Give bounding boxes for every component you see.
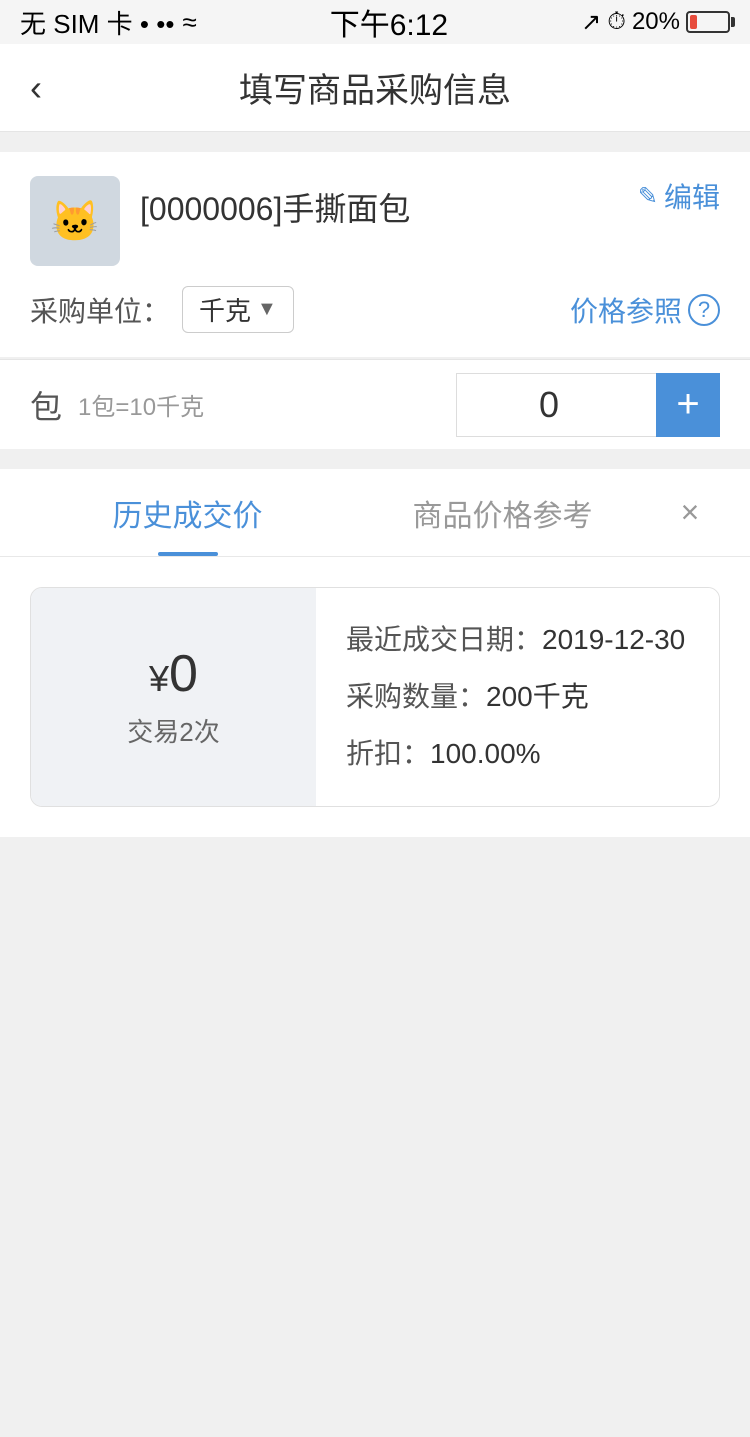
trade-count: 交易2次 (127, 712, 219, 749)
product-thumbnail: 🐱 (30, 176, 120, 266)
recent-date-label: 最近成交日期： (346, 624, 542, 655)
tabs-header: 历史成交价 商品价格参考 × (0, 469, 750, 557)
product-header: 🐱 [0000006]手撕面包 ✎ 编辑 (30, 176, 720, 266)
wifi-icon: ≈ (182, 7, 196, 38)
history-card: ¥0 交易2次 最近成交日期：2019-12-30 采购数量：200千克 折扣：… (30, 587, 720, 807)
tab-product-label: 商品价格参考 (413, 491, 593, 535)
unit-conversion: 1包=10千克 (78, 387, 204, 422)
history-content: ¥0 交易2次 最近成交日期：2019-12-30 采购数量：200千克 折扣：… (0, 557, 750, 837)
bottom-area (0, 837, 750, 1437)
unit-char: 包 (30, 382, 62, 428)
purchase-qty-label: 采购数量： (346, 681, 486, 712)
price-value: 0 (169, 645, 198, 703)
unit-select[interactable]: 千克 ▼ (182, 286, 294, 333)
product-section: 🐱 [0000006]手撕面包 ✎ 编辑 采购单位： 千克 ▼ 价格参照 ? (0, 152, 750, 357)
quantity-label: 包 1包=10千克 (30, 382, 204, 428)
tab-close-button[interactable]: × (660, 483, 720, 543)
yen-symbol: ¥ (149, 658, 169, 699)
product-left: 🐱 [0000006]手撕面包 (30, 176, 410, 266)
tab-history-price[interactable]: 历史成交价 (30, 469, 345, 556)
price-ref-label: 价格参照 (570, 290, 682, 330)
status-bar: 无 SIM 卡 • •• ≈ 下午6:12 ↗ ⏱ 20% (0, 0, 750, 44)
tab-product-price-ref[interactable]: 商品价格参考 (345, 469, 660, 556)
purchase-unit-label: 采购单位： (30, 290, 170, 330)
tabs-section: 历史成交价 商品价格参考 × ¥0 交易2次 最近成交日期：2019-12-30… (0, 469, 750, 837)
purchase-unit: 采购单位： 千克 ▼ (30, 286, 294, 333)
product-meta: 采购单位： 千克 ▼ 价格参照 ? (30, 286, 720, 333)
recent-date-row: 最近成交日期：2019-12-30 (346, 620, 689, 659)
battery-icon (686, 11, 730, 33)
quantity-section: 包 1包=10千克 + (0, 359, 750, 449)
discount-value: 100.00% (430, 738, 541, 769)
status-right: ↗ ⏱ 20% (581, 8, 730, 37)
unit-arrow-icon: ▼ (257, 298, 277, 321)
alarm-icon: ⏱ (607, 8, 626, 36)
card-price-left: ¥0 交易2次 (31, 588, 316, 806)
location-icon: ↗ (581, 8, 601, 37)
card-details-right: 最近成交日期：2019-12-30 采购数量：200千克 折扣：100.00% (316, 588, 719, 806)
quantity-input-area: + (456, 373, 720, 437)
product-name: [0000006]手撕面包 (140, 184, 410, 230)
discount-label: 折扣： (346, 738, 430, 769)
edit-label: 编辑 (664, 176, 720, 216)
price-ref-button[interactable]: 价格参照 ? (570, 290, 720, 330)
recent-date-value: 2019-12-30 (542, 624, 685, 655)
discount-row: 折扣：100.00% (346, 734, 689, 773)
page-title: 填写商品采购信息 (239, 63, 511, 112)
price-display: ¥0 (149, 644, 198, 704)
sim-signal-text: 无 SIM 卡 • •• (20, 4, 174, 41)
status-time: 下午6:12 (330, 0, 448, 44)
quantity-input[interactable] (456, 373, 656, 437)
quantity-plus-button[interactable]: + (656, 373, 720, 437)
status-left: 无 SIM 卡 • •• ≈ (20, 4, 197, 41)
help-icon: ? (688, 294, 720, 326)
tab-active-indicator (158, 552, 218, 556)
edit-icon: ✎ (638, 182, 658, 211)
battery-pct: 20% (632, 8, 680, 36)
edit-button[interactable]: ✎ 编辑 (638, 176, 720, 216)
back-button[interactable]: ‹ (30, 67, 42, 109)
nav-bar: ‹ 填写商品采购信息 (0, 44, 750, 132)
purchase-qty-row: 采购数量：200千克 (346, 677, 689, 716)
product-owl-icon: 🐱 (50, 198, 100, 245)
tab-history-label: 历史成交价 (113, 491, 263, 535)
unit-value: 千克 (199, 291, 251, 328)
purchase-qty-value: 200千克 (486, 681, 589, 712)
